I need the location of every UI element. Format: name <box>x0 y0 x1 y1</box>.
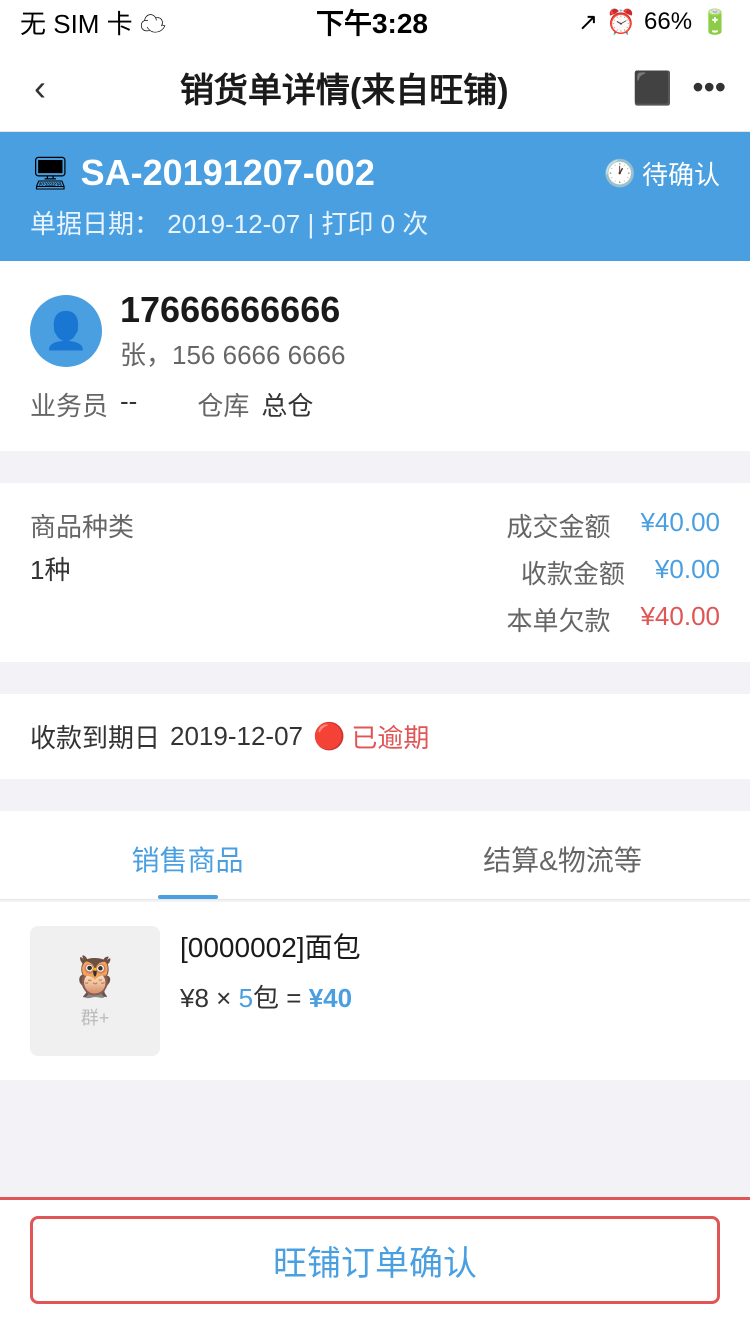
due-date-section: 收款到期日 2019-12-07 🔴 已逾期 <box>0 694 750 779</box>
order-id: SA-20191207-002 <box>81 152 375 194</box>
order-status: 🕐 待确认 <box>604 155 720 192</box>
salesperson-item: 业务员 -- <box>30 386 137 423</box>
debt-label: 本单欠款 <box>506 601 610 638</box>
product-total: ¥40 <box>309 983 352 1013</box>
salesperson-value: -- <box>120 386 137 423</box>
customer-name: 张，156 6666 6666 <box>120 335 346 372</box>
receipt-row: 收款金额 ¥0.00 <box>521 554 720 591</box>
divider-2 <box>0 678 750 694</box>
price-formula: ¥8 × <box>180 983 239 1013</box>
product-thumbnail: 🦉 群+ <box>30 926 160 1056</box>
overdue-icon: 🔴 <box>313 721 345 752</box>
warehouse-label: 仓库 <box>197 386 249 423</box>
receipt-label: 收款金额 <box>521 554 625 591</box>
battery-icon: 🔋 <box>700 8 730 37</box>
order-icon: 🖥 <box>30 154 71 192</box>
tab-settlement[interactable]: 结算&物流等 <box>375 811 750 899</box>
back-icon: ‹ <box>34 67 46 108</box>
product-thumb-label: 群+ <box>81 1004 110 1030</box>
tab-settlement-label: 结算&物流等 <box>483 845 642 876</box>
summary-right: 成交金额 ¥40.00 收款金额 ¥0.00 本单欠款 ¥40.00 <box>506 507 720 638</box>
share-icon[interactable]: ⬛ <box>633 69 673 107</box>
status-right: ↗ ⏰ 66% 🔋 <box>578 8 730 37</box>
overdue-badge: 🔴 已逾期 <box>313 718 429 755</box>
status-bar: 无 SIM 卡 ☁ 下午3:28 ↗ ⏰ 66% 🔋 <box>0 0 750 44</box>
confirm-order-button[interactable]: 旺铺订单确认 <box>30 1216 720 1304</box>
order-header-top: 🖥 SA-20191207-002 🕐 待确认 <box>30 152 720 194</box>
amount-label: 成交金额 <box>506 507 610 544</box>
location-icon: ↗ <box>578 8 598 37</box>
nav-bar: ‹ 销货单详情(来自旺铺) ⬛ ••• <box>0 44 750 132</box>
receipt-value: ¥0.00 <box>655 554 720 591</box>
avatar-icon: 👤 <box>44 310 89 352</box>
salesperson-label: 业务员 <box>30 386 108 423</box>
category-value: 1种 <box>30 550 134 587</box>
avatar: 👤 <box>30 295 102 367</box>
tabs-section: 销售商品 结算&物流等 <box>0 811 750 900</box>
amount-row: 成交金额 ¥40.00 <box>506 507 720 544</box>
date-label: 单据日期： <box>30 209 160 239</box>
product-qty: 5 <box>239 983 253 1013</box>
warehouse-value: 总仓 <box>261 386 313 423</box>
customer-meta: 业务员 -- 仓库 总仓 <box>30 386 720 423</box>
customer-row: 👤 17666666666 张，156 6666 6666 <box>30 289 720 372</box>
status-time: 下午3:28 <box>316 2 428 42</box>
tab-products[interactable]: 销售商品 <box>0 811 375 899</box>
back-button[interactable]: ‹ <box>24 57 56 119</box>
customer-phone: 17666666666 <box>120 289 346 331</box>
product-thumb-icon: 🦉 <box>70 953 120 1000</box>
product-info: [0000002]面包 ¥8 × 5包 = ¥40 <box>180 926 361 1015</box>
tab-products-label: 销售商品 <box>131 845 243 876</box>
status-left: 无 SIM 卡 ☁ <box>20 4 166 41</box>
sim-status: 无 SIM 卡 ☁ <box>20 4 166 41</box>
order-id-row: 🖥 SA-20191207-002 <box>30 152 375 194</box>
order-header: 🖥 SA-20191207-002 🕐 待确认 单据日期： 2019-12-07… <box>0 132 750 261</box>
order-date: 2019-12-07 <box>167 209 300 239</box>
product-price: ¥8 × 5包 = ¥40 <box>180 978 361 1015</box>
product-section: 🦉 群+ [0000002]面包 ¥8 × 5包 = ¥40 <box>0 902 750 1080</box>
more-icon[interactable]: ••• <box>692 69 726 106</box>
equals-sign: = <box>279 983 309 1013</box>
clock-icon: 🕐 <box>604 158 636 189</box>
summary-section: 商品种类 1种 成交金额 ¥40.00 收款金额 ¥0.00 本单欠款 ¥40.… <box>0 483 750 662</box>
product-name: [0000002]面包 <box>180 926 361 966</box>
summary-left: 商品种类 1种 <box>30 507 134 587</box>
warehouse-item: 仓库 总仓 <box>197 386 313 423</box>
nav-actions: ⬛ ••• <box>633 69 726 107</box>
debt-value: ¥40.00 <box>640 601 720 638</box>
status-text: 待确认 <box>642 155 720 192</box>
customer-section: 👤 17666666666 张，156 6666 6666 业务员 -- 仓库 … <box>0 261 750 451</box>
product-unit: 包 <box>253 983 279 1013</box>
battery-level: 66% <box>644 8 692 36</box>
print-info: | 打印 0 次 <box>307 209 428 239</box>
product-row: 🦉 群+ [0000002]面包 ¥8 × 5包 = ¥40 <box>30 926 720 1056</box>
divider-1 <box>0 467 750 483</box>
page-title: 销货单详情(来自旺铺) <box>180 63 509 112</box>
order-date-info: 单据日期： 2019-12-07 | 打印 0 次 <box>30 204 720 241</box>
due-date: 2019-12-07 <box>170 721 303 752</box>
bottom-action-area: 旺铺订单确认 <box>0 1197 750 1334</box>
divider-3 <box>0 795 750 811</box>
category-label: 商品种类 <box>30 507 134 544</box>
debt-row: 本单欠款 ¥40.00 <box>506 601 720 638</box>
due-label: 收款到期日 <box>30 718 160 755</box>
amount-value: ¥40.00 <box>640 507 720 544</box>
customer-details: 17666666666 张，156 6666 6666 <box>120 289 346 372</box>
overdue-text: 已逾期 <box>351 718 429 755</box>
alarm-icon: ⏰ <box>606 8 636 37</box>
